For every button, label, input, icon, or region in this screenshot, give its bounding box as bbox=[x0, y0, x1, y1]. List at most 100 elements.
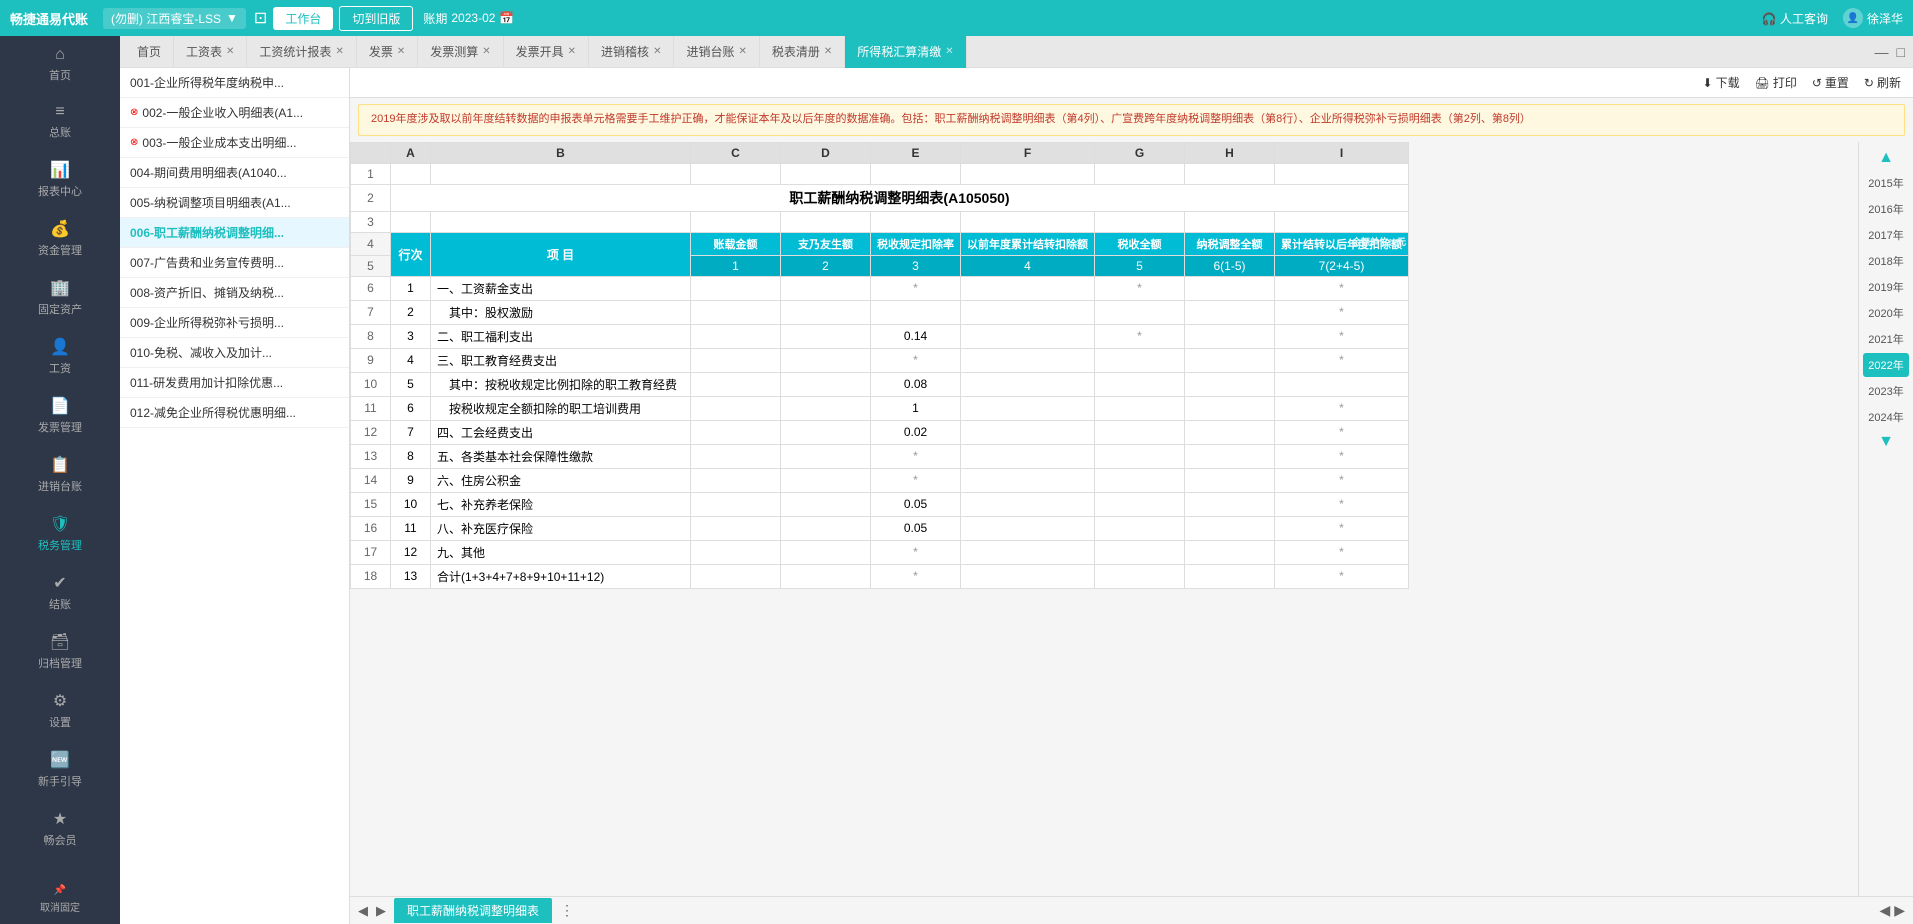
tab-close-invoice-calc[interactable]: ✕ bbox=[482, 46, 490, 57]
home-icon: ⌂ bbox=[55, 46, 65, 64]
tab-close-tax-book[interactable]: ✕ bbox=[824, 46, 832, 57]
year-scroll-down[interactable]: ▼ bbox=[1876, 431, 1896, 453]
table-row: 2 职工薪酬纳税调整明细表(A105050) bbox=[351, 184, 1409, 211]
sidebar-item-salary[interactable]: 👤 工资 bbox=[0, 327, 120, 386]
file-list-item-007[interactable]: 007-广告费和业务宣传费明... bbox=[120, 248, 349, 278]
sheet-tab-nav-right[interactable]: ▶ bbox=[1894, 902, 1905, 919]
tab-salary-sheet[interactable]: 工资表 ✕ bbox=[174, 36, 247, 68]
col-header-d: D bbox=[781, 142, 871, 163]
sidebar-item-tax[interactable]: 🛡 税务管理 bbox=[0, 504, 120, 563]
tab-purchase-check[interactable]: 进销稽核 ✕ bbox=[589, 36, 674, 68]
tab-close-purchase-check[interactable]: ✕ bbox=[653, 46, 661, 57]
sidebar-item-ledger[interactable]: ≡ 总账 bbox=[0, 93, 120, 150]
file-list-item-004[interactable]: 004-期间费用明细表(A1040... bbox=[120, 158, 349, 188]
sheet-title-cell: 职工薪酬纳税调整明细表(A105050) bbox=[391, 184, 1409, 211]
tab-maximize-icon[interactable]: □ bbox=[1897, 44, 1905, 60]
sheet-scroll-left[interactable]: ◀ bbox=[358, 903, 368, 919]
company-selector[interactable]: (勿删) 江西睿宝-LSS ▼ bbox=[103, 8, 246, 29]
sheet-tab-main[interactable]: 职工薪酬纳税调整明细表 bbox=[394, 898, 552, 923]
sidebar-item-funds[interactable]: 💰 资金管理 bbox=[0, 209, 120, 268]
tab-minimize-icon[interactable]: — bbox=[1875, 44, 1889, 60]
print-icon: 🖨 bbox=[1755, 76, 1770, 90]
year-2023[interactable]: 2023年 bbox=[1863, 379, 1909, 403]
table-container[interactable]: A B C D E F G H I bbox=[350, 142, 1858, 896]
year-2021[interactable]: 2021年 bbox=[1863, 327, 1909, 351]
tab-salary-report[interactable]: 工资统计报表 ✕ bbox=[247, 36, 356, 68]
tab-close-income-tax[interactable]: ✕ bbox=[945, 46, 953, 57]
sidebar-item-archive[interactable]: 🗃 归档管理 bbox=[0, 622, 120, 681]
file-list-item-008[interactable]: 008-资产折旧、摊销及纳税... bbox=[120, 278, 349, 308]
app-logo: 畅捷通易代账 bbox=[10, 9, 88, 28]
tab-invoice-calc[interactable]: 发票测算 ✕ bbox=[418, 36, 503, 68]
tab-bar: 首页 工资表 ✕ 工资统计报表 ✕ 发票 ✕ 发票测算 ✕ bbox=[120, 36, 1913, 68]
tab-close-salary-sheet[interactable]: ✕ bbox=[226, 46, 234, 57]
sidebar: ⌂ 首页 ≡ 总账 📊 报表中心 💰 资金管理 🏢 固定资产 👤 工资 bbox=[0, 36, 120, 924]
page-content: 001-企业所得税年度纳税申... ⊗ 002-一般企业收入明细表(A1... … bbox=[120, 68, 1913, 924]
file-list-item-009[interactable]: 009-企业所得税弥补亏损明... bbox=[120, 308, 349, 338]
print-button[interactable]: 🖨 打印 bbox=[1755, 74, 1797, 91]
period-label: 账期 2023-02 📅 bbox=[423, 10, 514, 27]
sidebar-item-settle[interactable]: ✔ 结账 bbox=[0, 563, 120, 622]
file-list-item-006[interactable]: 006-职工薪酬纳税调整明细... bbox=[120, 218, 349, 248]
file-list-item-002[interactable]: ⊗ 002-一般企业收入明细表(A1... bbox=[120, 98, 349, 128]
year-2016[interactable]: 2016年 bbox=[1863, 197, 1909, 221]
file-list-item-005[interactable]: 005-纳税调整项目明细表(A1... bbox=[120, 188, 349, 218]
col-header-b: B bbox=[431, 142, 691, 163]
file-list-item-012[interactable]: 012-减免企业所得税优惠明细... bbox=[120, 398, 349, 428]
sidebar-item-purchase-sales[interactable]: 📋 进销台账 bbox=[0, 445, 120, 504]
download-button[interactable]: ⬇ 下载 bbox=[1703, 74, 1740, 91]
table-row: 12 7 四、工会经费支出 0.02 bbox=[351, 420, 1409, 444]
table-row: 8 3 二、职工福利支出 0.14 * bbox=[351, 324, 1409, 348]
year-2019[interactable]: 2019年 bbox=[1863, 275, 1909, 299]
company-copy-icon[interactable]: ⊡ bbox=[254, 8, 267, 28]
year-scroll-up[interactable]: ▲ bbox=[1876, 147, 1896, 169]
sidebar-item-member[interactable]: ★ 畅会员 bbox=[0, 799, 120, 858]
reset-button[interactable]: ↺ 重置 bbox=[1812, 74, 1849, 91]
table-row: 16 11 八、补充医疗保险 0.05 bbox=[351, 516, 1409, 540]
tab-purchase-ledger[interactable]: 进销台账 ✕ bbox=[674, 36, 759, 68]
tab-close-purchase-ledger[interactable]: ✕ bbox=[738, 46, 746, 57]
salary-icon: 👤 bbox=[50, 337, 70, 357]
year-2017[interactable]: 2017年 bbox=[1863, 223, 1909, 247]
reset-icon: ↺ bbox=[1812, 76, 1822, 90]
tab-close-invoice-open[interactable]: ✕ bbox=[568, 46, 576, 57]
sheet-tab-menu-icon[interactable]: ⋮ bbox=[560, 902, 574, 919]
unpin-button[interactable]: 📌 取消固定 bbox=[0, 875, 120, 924]
file-list-item-010[interactable]: 010-免税、减收入及加计... bbox=[120, 338, 349, 368]
tab-invoice-open[interactable]: 发票开具 ✕ bbox=[504, 36, 589, 68]
sidebar-item-settings[interactable]: ⚙ 设置 bbox=[0, 681, 120, 740]
sheet-scroll-right[interactable]: ▶ bbox=[376, 903, 386, 919]
sidebar-item-assets[interactable]: 🏢 固定资产 bbox=[0, 268, 120, 327]
period-calendar-icon[interactable]: 📅 bbox=[499, 11, 514, 25]
sidebar-item-guide[interactable]: 🆕 新手引导 bbox=[0, 740, 120, 799]
year-2022[interactable]: 2022年 bbox=[1863, 353, 1909, 377]
file-list-item-011[interactable]: 011-研发费用加计扣除优惠... bbox=[120, 368, 349, 398]
reports-icon: 📊 bbox=[50, 160, 70, 180]
tab-invoice[interactable]: 发票 ✕ bbox=[357, 36, 418, 68]
tab-tax-book[interactable]: 税表清册 ✕ bbox=[760, 36, 845, 68]
year-2024[interactable]: 2024年 bbox=[1863, 405, 1909, 429]
service-button[interactable]: 🎧 人工客询 bbox=[1762, 10, 1828, 27]
sidebar-item-invoice[interactable]: 📄 发票管理 bbox=[0, 386, 120, 445]
oldver-button[interactable]: 切到旧版 bbox=[339, 6, 413, 31]
settings-icon: ⚙ bbox=[53, 691, 67, 711]
col-header-e: E bbox=[871, 142, 961, 163]
tab-close-salary-report[interactable]: ✕ bbox=[335, 46, 343, 57]
refresh-button[interactable]: ↻ 刷新 bbox=[1864, 74, 1901, 91]
tab-close-invoice[interactable]: ✕ bbox=[397, 46, 405, 57]
sheet-tab-nav-left[interactable]: ◀ bbox=[1879, 902, 1890, 919]
sidebar-item-home[interactable]: ⌂ 首页 bbox=[0, 36, 120, 93]
tab-income-tax[interactable]: 所得税汇算清缴 ✕ bbox=[845, 36, 966, 68]
year-2015[interactable]: 2015年 bbox=[1863, 171, 1909, 195]
file-list-item-001[interactable]: 001-企业所得税年度纳税申... bbox=[120, 68, 349, 98]
table-row: 9 4 三、职工教育经费支出 * bbox=[351, 348, 1409, 372]
tab-home[interactable]: 首页 bbox=[125, 36, 174, 68]
year-2018[interactable]: 2018年 bbox=[1863, 249, 1909, 273]
file-list-item-003[interactable]: ⊗ 003-一般企业成本支出明细... bbox=[120, 128, 349, 158]
user-avatar[interactable]: 👤 徐泽华 bbox=[1843, 8, 1903, 28]
workspace-button[interactable]: 工作台 bbox=[273, 7, 333, 30]
notice-bar: 2019年度涉及取以前年度结转数据的申报表单元格需要手工维护正确，才能保证本年及… bbox=[358, 104, 1905, 136]
sidebar-item-reports[interactable]: 📊 报表中心 bbox=[0, 150, 120, 209]
file-list-panel: 001-企业所得税年度纳税申... ⊗ 002-一般企业收入明细表(A1... … bbox=[120, 68, 350, 924]
year-2020[interactable]: 2020年 bbox=[1863, 301, 1909, 325]
